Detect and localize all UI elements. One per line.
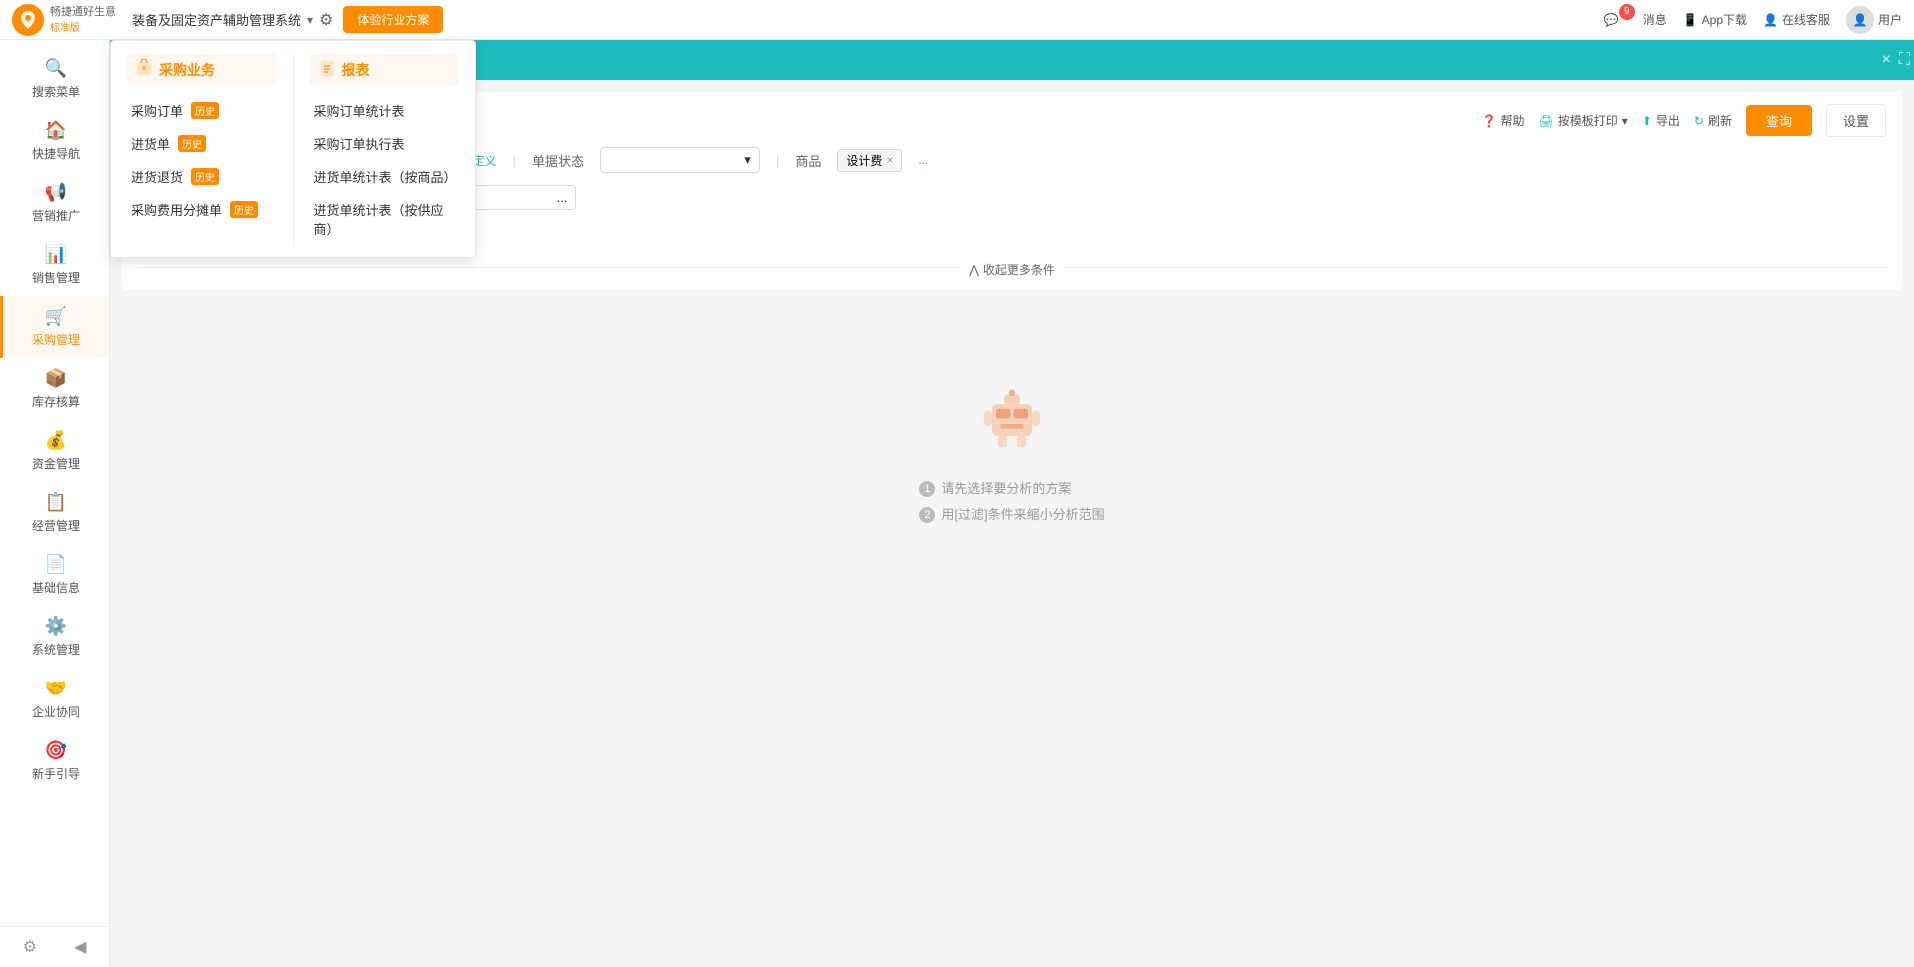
help-btn[interactable]: ❓ 帮助 <box>1482 112 1525 129</box>
history-badge-3: 历史 <box>230 201 258 218</box>
dropdown-report-receive-goods[interactable]: 进货单统计表（按商品） <box>310 160 460 193</box>
history-badge-1: 历史 <box>178 135 206 152</box>
print-dropdown-icon: ▾ <box>1622 114 1628 128</box>
operation-icon: 📋 <box>45 492 67 513</box>
sidebar-item-basic[interactable]: 📄 基础信息 <box>0 544 109 606</box>
top-header: 畅捷通好生意 标准版 装备及固定资产辅助管理系统 ▾ ⚙ 体验行业方案 💬 9 … <box>0 0 1914 40</box>
sidebar-item-purchase[interactable]: 🛒 采购管理 <box>0 296 109 358</box>
collapse-btn[interactable]: ⋀ 收起更多条件 <box>969 261 1055 278</box>
dropdown-report-receive-supplier[interactable]: 进货单统计表（按供应商） <box>310 193 460 245</box>
guide-icon: 🎯 <box>45 740 67 761</box>
goods-more-btn[interactable]: ... <box>918 153 928 167</box>
sidebar-item-finance[interactable]: 💰 资金管理 <box>0 420 109 482</box>
collapse-line-right <box>1063 267 1886 268</box>
collapse-line-left <box>138 267 961 268</box>
sidebar-item-collab[interactable]: 🤝 企业协同 <box>0 668 109 730</box>
tab-window-close-btn[interactable]: × <box>1881 51 1890 69</box>
sidebar-item-quick[interactable]: 🏠 快捷导航 <box>0 110 109 172</box>
logo-badge: 标准版 <box>50 19 116 34</box>
sidebar-item-system[interactable]: ⚙️ 系统管理 <box>0 606 109 668</box>
purchase-icon: 🛒 <box>45 306 67 327</box>
query-btn[interactable]: 查询 <box>1746 105 1812 136</box>
app-icon: 📱 <box>1683 13 1698 27</box>
user-area[interactable]: 👤 用户 <box>1846 6 1902 34</box>
voucher-status-dropdown-icon: ▾ <box>744 152 751 168</box>
purchase-section-title: 采购业务 <box>127 53 277 86</box>
system-icon: ⚙️ <box>45 616 67 637</box>
salesman-more-icon: ... <box>557 190 568 205</box>
dropdown-purchase-receive[interactable]: 进货单 历史 <box>127 127 277 160</box>
collab-icon: 🤝 <box>45 678 67 699</box>
goods-tag-close[interactable]: × <box>886 153 893 167</box>
inventory-icon: 📦 <box>45 368 67 389</box>
search-icon: 🔍 <box>45 58 67 79</box>
sales-icon: 📊 <box>45 244 67 265</box>
print-icon: 🖨 <box>1539 114 1554 128</box>
home-icon: 🏠 <box>45 120 67 141</box>
empty-state: 1 请先选择要分析的方案 2 用[过滤]条件来缩小分析范围 <box>122 300 1902 608</box>
purchase-title-icon <box>135 59 153 80</box>
sys-title-area: 装备及固定资产辅助管理系统 ▾ ⚙ <box>132 10 333 30</box>
basic-icon: 📄 <box>45 554 67 575</box>
online-service-btn[interactable]: 👤 在线客服 <box>1763 11 1830 28</box>
print-btn[interactable]: 🖨 按模板打印 ▾ <box>1539 112 1628 129</box>
empty-tip-1: 1 请先选择要分析的方案 <box>919 476 1104 502</box>
voucher-status-label: 单据状态 <box>532 151 584 170</box>
goods-label: 商品 <box>795 151 821 170</box>
sys-title: 装备及固定资产辅助管理系统 <box>132 10 301 29</box>
sys-settings-btn[interactable]: ⚙ <box>319 10 333 30</box>
voucher-status-select[interactable]: ▾ <box>600 147 760 173</box>
message-badge: 9 <box>1619 4 1635 20</box>
sidebar-item-inventory[interactable]: 📦 库存核算 <box>0 358 109 420</box>
logo-text: 畅捷通好生意 <box>50 5 116 19</box>
sidebar: 🔍 搜索菜单 🏠 快捷导航 📢 营销推广 📊 销售管理 🛒 采购管理 📦 库存核… <box>0 40 110 967</box>
user-avatar: 👤 <box>1846 6 1874 34</box>
tab-window-maximize-btn[interactable]: ⛶ <box>1899 51 1910 69</box>
sidebar-collapse-btn[interactable]: ◀ <box>74 937 86 957</box>
empty-tip-2: 2 用[过滤]条件来缩小分析范围 <box>919 502 1104 528</box>
sidebar-item-guide[interactable]: 🎯 新手引导 <box>0 730 109 792</box>
report-section-title: 报表 <box>310 53 460 86</box>
export-icon: ⬆ <box>1642 114 1652 128</box>
sidebar-item-search[interactable]: 🔍 搜索菜单 <box>0 48 109 110</box>
empty-illustration <box>972 380 1052 460</box>
sidebar-bottom: ⚙ ◀ <box>0 926 109 967</box>
collapse-icon: ⋀ <box>969 263 979 277</box>
dropdown-report-order-exec[interactable]: 采购订单执行表 <box>310 127 460 160</box>
collapse-area: ⋀ 收起更多条件 <box>138 257 1886 278</box>
sys-title-dropdown-btn[interactable]: ▾ <box>307 13 313 27</box>
sidebar-item-sales[interactable]: 📊 销售管理 <box>0 234 109 296</box>
refresh-btn[interactable]: ↻ 刷新 <box>1694 112 1732 129</box>
service-icon: 👤 <box>1763 13 1778 27</box>
sidebar-item-marketing[interactable]: 📢 营销推广 <box>0 172 109 234</box>
message-btn[interactable]: 💬 9 消息 <box>1604 11 1667 28</box>
marketing-icon: 📢 <box>45 182 67 203</box>
message-icon: 💬 <box>1604 13 1619 27</box>
report-title-icon <box>318 59 336 80</box>
sidebar-item-operation[interactable]: 📋 经营管理 <box>0 482 109 544</box>
empty-tips: 1 请先选择要分析的方案 2 用[过滤]条件来缩小分析范围 <box>919 476 1104 528</box>
filter-settings-btn[interactable]: 设置 <box>1826 104 1886 137</box>
trial-btn[interactable]: 体验行业方案 <box>343 6 443 33</box>
dropdown-purchase-order[interactable]: 采购订单 历史 <box>127 94 277 127</box>
help-icon: ❓ <box>1482 114 1497 128</box>
finance-icon: 💰 <box>45 430 67 451</box>
app-download-btn[interactable]: 📱 App下载 <box>1683 11 1747 28</box>
refresh-icon: ↻ <box>1694 114 1704 128</box>
logo-area: 畅捷通好生意 标准版 <box>12 4 122 36</box>
tab-bar-right: × ⛶ <box>1881 51 1910 69</box>
dropdown-report-col: 报表 采购订单统计表 采购订单执行表 进货单统计表（按商品） 进货单统计表（按供… <box>294 53 476 245</box>
history-badge-2: 历史 <box>191 168 219 185</box>
sidebar-settings-btn[interactable]: ⚙ <box>23 937 37 957</box>
export-btn[interactable]: ⬆ 导出 <box>1642 112 1680 129</box>
header-right: 💬 9 消息 📱 App下载 👤 在线客服 👤 用户 <box>1604 6 1902 34</box>
dropdown-purchase-expense[interactable]: 采购费用分摊单 历史 <box>127 193 277 226</box>
purchase-dropdown-menu: 采购业务 采购订单 历史 进货单 历史 进货退货 历史 采购费用分摊单 历史 <box>110 40 476 258</box>
dropdown-purchase-col: 采购业务 采购订单 历史 进货单 历史 进货退货 历史 采购费用分摊单 历史 <box>111 53 294 245</box>
dropdown-purchase-return[interactable]: 进货退货 历史 <box>127 160 277 193</box>
goods-tag: 设计费 × <box>837 149 902 172</box>
dropdown-report-order-stat[interactable]: 采购订单统计表 <box>310 94 460 127</box>
logo-icon <box>12 4 44 36</box>
history-badge-0: 历史 <box>191 102 219 119</box>
